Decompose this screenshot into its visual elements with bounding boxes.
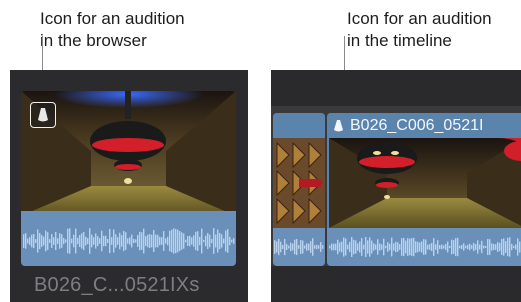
browser-clip-name: B026_C...0521IXs xyxy=(34,274,200,296)
timeline-callout-line2: in the timeline xyxy=(347,31,452,50)
timeline-clip-title: B026_C006_0521I xyxy=(333,115,483,137)
audition-spotlight-icon xyxy=(38,108,48,122)
timeline-callout: Icon for an audition in the timeline xyxy=(347,8,492,52)
timeline-callout-line1: Icon for an audition xyxy=(347,9,492,28)
timeline-panel: B026_C006_0521I xyxy=(271,70,521,302)
timeline-audition-clip[interactable]: B026_C006_0521I xyxy=(327,113,521,266)
timeline-clip-name: B026_C006_0521I xyxy=(350,117,484,134)
audition-icon[interactable] xyxy=(30,102,56,128)
browser-callout: Icon for an audition in the browser xyxy=(40,8,185,52)
timeline-previous-clip[interactable] xyxy=(273,113,325,266)
audition-icon[interactable] xyxy=(333,119,344,133)
browser-callout-line2: in the browser xyxy=(40,31,147,50)
browser-callout-line1: Icon for an audition xyxy=(40,9,185,28)
previous-clip-image xyxy=(273,113,325,266)
browser-panel: B026_C...0521IXs xyxy=(10,70,248,302)
